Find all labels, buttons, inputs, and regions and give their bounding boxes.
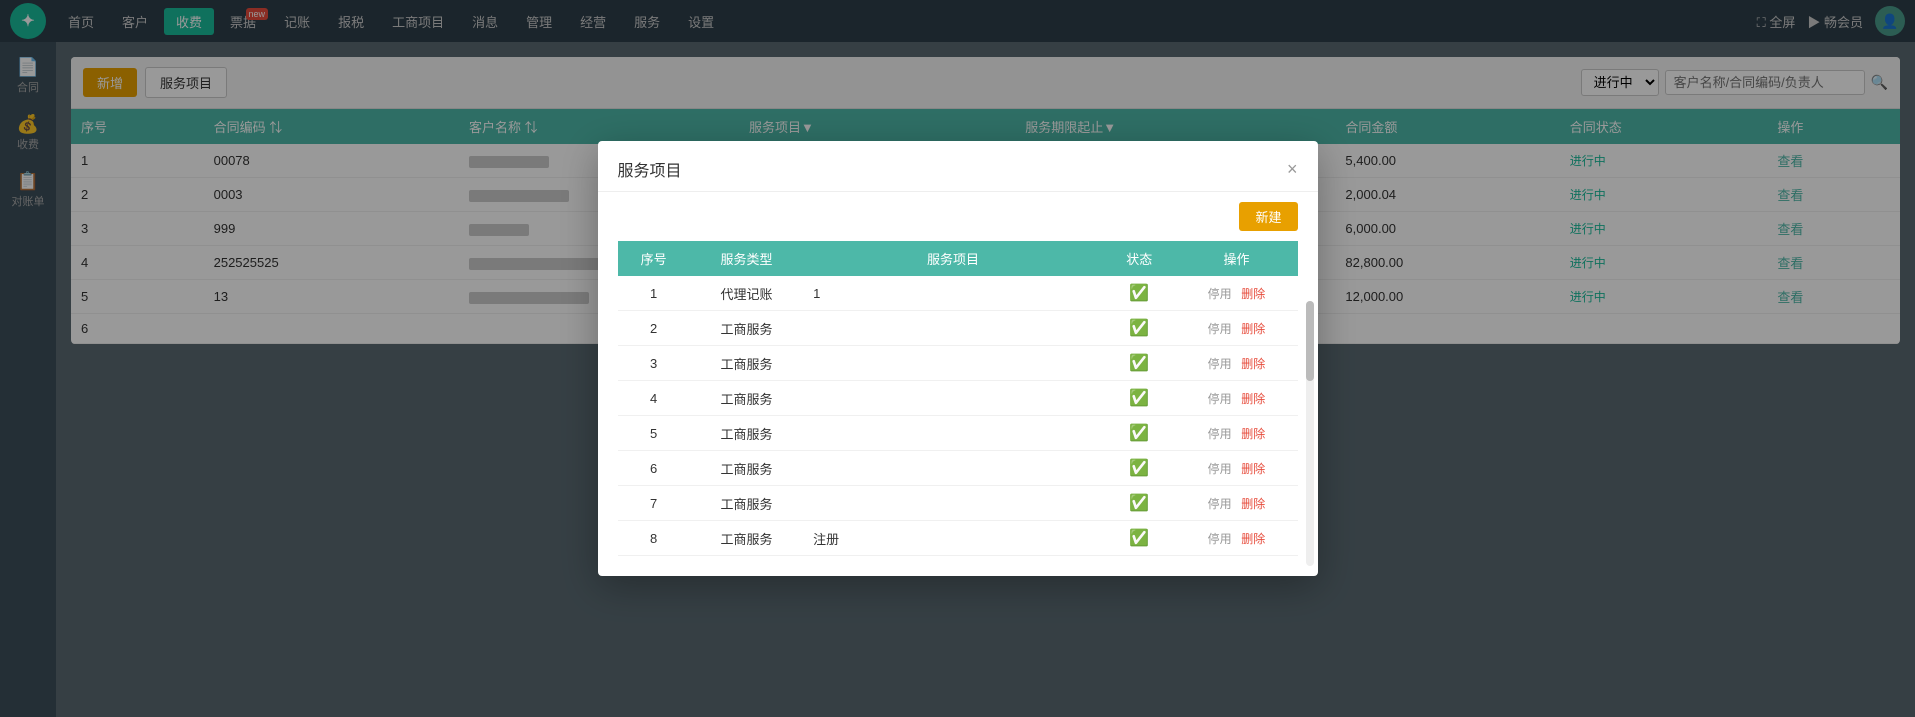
status-check-icon: ✅ [1129, 495, 1149, 512]
status-check-icon: ✅ [1129, 425, 1149, 442]
modal-new-button[interactable]: 新建 [1239, 202, 1297, 231]
service-items-table: 序号 服务类型 服务项目 状态 操作 1 代理记账 1 ✅ 停用 [618, 241, 1298, 556]
stop-button[interactable]: 停用 [1208, 357, 1232, 371]
delete-button[interactable]: 删除 [1241, 322, 1265, 336]
scrollbar-thumb[interactable] [1306, 301, 1314, 381]
modal-table-row: 8 工商服务 注册 ✅ 停用 删除 [618, 521, 1298, 556]
modal-body: 序号 服务类型 服务项目 状态 操作 1 代理记账 1 ✅ 停用 [598, 241, 1318, 576]
status-check-icon: ✅ [1129, 460, 1149, 477]
stop-button[interactable]: 停用 [1208, 462, 1232, 476]
delete-button[interactable]: 删除 [1241, 392, 1265, 406]
delete-button[interactable]: 删除 [1241, 497, 1265, 511]
delete-button[interactable]: 删除 [1241, 427, 1265, 441]
stop-button[interactable]: 停用 [1208, 392, 1232, 406]
modal-close-button[interactable]: × [1287, 160, 1298, 178]
status-check-icon: ✅ [1129, 530, 1149, 547]
modal-table-row: 6 工商服务 ✅ 停用 删除 [618, 451, 1298, 486]
stop-button[interactable]: 停用 [1208, 287, 1232, 301]
modal-table-row: 7 工商服务 ✅ 停用 删除 [618, 486, 1298, 521]
modal-table-row: 3 工商服务 ✅ 停用 删除 [618, 346, 1298, 381]
stop-button[interactable]: 停用 [1208, 497, 1232, 511]
modal-col-status: 状态 [1103, 241, 1175, 276]
status-check-icon: ✅ [1129, 320, 1149, 337]
modal-title: 服务项目 [618, 157, 682, 181]
modal-table-row: 4 工商服务 ✅ 停用 删除 [618, 381, 1298, 416]
delete-button[interactable]: 删除 [1241, 532, 1265, 546]
stop-button[interactable]: 停用 [1208, 427, 1232, 441]
modal-toolbar: 新建 [598, 192, 1318, 241]
status-check-icon: ✅ [1129, 390, 1149, 407]
delete-button[interactable]: 删除 [1241, 462, 1265, 476]
modal-overlay: 服务项目 × 新建 序号 服务类型 服务项目 状态 操作 [0, 0, 1915, 717]
status-check-icon: ✅ [1129, 285, 1149, 302]
modal-table-row: 1 代理记账 1 ✅ 停用 删除 [618, 276, 1298, 311]
modal-col-project: 服务项目 [803, 241, 1103, 276]
modal-col-type: 服务类型 [690, 241, 803, 276]
service-items-modal: 服务项目 × 新建 序号 服务类型 服务项目 状态 操作 [598, 141, 1318, 576]
scrollbar-track[interactable] [1306, 301, 1314, 566]
modal-table-row: 5 工商服务 ✅ 停用 删除 [618, 416, 1298, 451]
modal-col-action: 操作 [1175, 241, 1297, 276]
modal-col-seq: 序号 [618, 241, 690, 276]
delete-button[interactable]: 删除 [1241, 357, 1265, 371]
stop-button[interactable]: 停用 [1208, 322, 1232, 336]
status-check-icon: ✅ [1129, 355, 1149, 372]
modal-header: 服务项目 × [598, 141, 1318, 192]
stop-button[interactable]: 停用 [1208, 532, 1232, 546]
delete-button[interactable]: 删除 [1241, 287, 1265, 301]
modal-table-row: 2 工商服务 ✅ 停用 删除 [618, 311, 1298, 346]
